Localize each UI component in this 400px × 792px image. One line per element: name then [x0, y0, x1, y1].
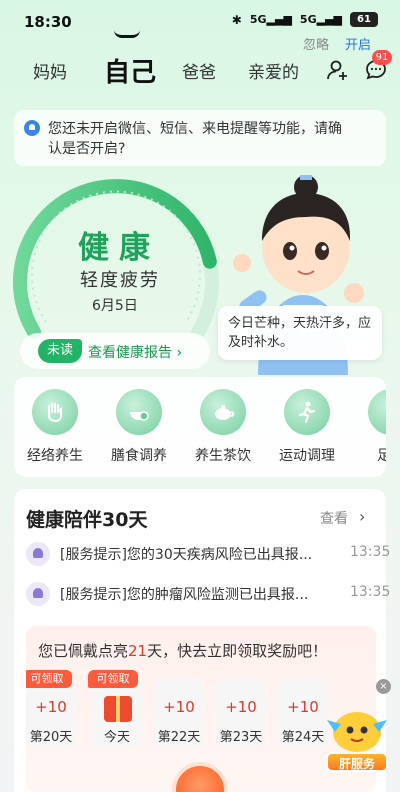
health-status: 轻度疲劳	[80, 270, 160, 291]
service-item-foot[interactable]: 足浴	[356, 389, 386, 465]
chevron-right-icon[interactable]: ›	[359, 507, 365, 526]
unread-badge: 未读	[38, 339, 82, 363]
tip-text: 今日芒种，天热汗多，应及时补水。	[228, 316, 372, 350]
health-main-label: 健康	[78, 230, 160, 266]
service-item-meridian[interactable]: 经络养生	[20, 389, 90, 465]
battery-icon: 61	[350, 12, 378, 27]
message-badge: 91	[372, 50, 392, 65]
service-label: 运动调理	[279, 448, 335, 464]
health-report-button[interactable]: 未读 查看健康报告 ›	[20, 333, 210, 369]
running-icon	[284, 389, 330, 435]
status-bar: 18:30 ✱ 5G▂▄▆ 5G▂▄▆ 61	[0, 0, 400, 44]
signal-icon-2: 5G▂▄▆	[299, 13, 342, 26]
tab-mom[interactable]: 妈妈	[33, 58, 67, 83]
liver-service-label[interactable]: 肝服务	[326, 752, 388, 772]
reward-day-label: 第24天	[281, 730, 325, 745]
message-time: 13:35	[350, 544, 391, 560]
notification-bell-icon	[26, 582, 50, 606]
message-text: [服务提示]您的30天疾病风险已出具报...	[60, 547, 313, 563]
service-label: 足浴	[377, 448, 386, 464]
status-icons: ✱ 5G▂▄▆ 5G▂▄▆ 61	[232, 12, 378, 27]
notification-bell-icon	[26, 542, 50, 566]
add-user-icon[interactable]	[326, 58, 350, 82]
service-label: 膳食调养	[111, 448, 167, 464]
tab-active-indicator	[114, 30, 140, 38]
reward-day-label: 今天	[103, 730, 130, 745]
tab-love[interactable]: 亲爱的	[248, 58, 299, 83]
tip-bubble: 今日芒种，天热汗多，应及时补水。	[218, 306, 382, 360]
health-date: 6月5日	[92, 298, 138, 314]
service-item-exercise[interactable]: 运动调理	[272, 389, 342, 465]
hand-icon	[32, 389, 78, 435]
reward-day-label: 第23天	[219, 730, 263, 745]
close-icon[interactable]: ×	[376, 679, 391, 694]
enable-button[interactable]: 开启	[345, 34, 371, 53]
tab-dad[interactable]: 爸爸	[182, 58, 216, 83]
food-bowl-icon	[116, 389, 162, 435]
view-more-link[interactable]: 查看	[320, 508, 348, 528]
ignore-button[interactable]: 忽略	[303, 34, 329, 53]
health-report-link[interactable]: 查看健康报告 ›	[88, 342, 182, 362]
service-item-diet[interactable]: 膳食调养	[104, 389, 174, 465]
service-item-tea[interactable]: 养生茶饮	[188, 389, 258, 465]
service-list: 经络养生 膳食调养 养生茶饮 运动调理 足浴	[14, 377, 386, 477]
reward-day-label: 第20天	[29, 730, 73, 745]
message-text: [服务提示]您的肿瘤风险监测已出具报...	[60, 587, 309, 603]
reward-text: 您已佩戴点亮21天，快去立即领取奖励吧！	[38, 642, 328, 660]
reward-points: +10	[35, 698, 67, 716]
foot-icon	[368, 389, 386, 435]
signal-icon-1: 5G▂▄▆	[249, 13, 292, 26]
message-time: 13:35	[350, 584, 391, 600]
service-label: 养生茶饮	[195, 448, 251, 464]
message-row[interactable]: [服务提示]您的肿瘤风险监测已出具报... 13:35	[12, 582, 390, 606]
notification-banner: 您还未开启微信、短信、来电提醒等功能，请确认是否开启?	[14, 110, 386, 166]
service-label: 经络养生	[27, 448, 83, 464]
bell-icon	[24, 120, 40, 136]
reward-points: +10	[287, 698, 319, 716]
claimable-badge: 可领取	[26, 670, 72, 688]
bluetooth-icon: ✱	[231, 12, 242, 27]
notice-text: 您还未开启微信、短信、来电提醒等功能，请确认是否开启?	[48, 121, 342, 157]
message-row[interactable]: [服务提示]您的30天疾病风险已出具报... 13:35	[12, 542, 390, 566]
teapot-icon	[200, 389, 246, 435]
companion-title: 健康陪伴30天	[26, 509, 148, 531]
reward-points: +10	[163, 698, 195, 716]
reward-points: +10	[225, 698, 257, 716]
gift-icon	[104, 696, 132, 722]
tab-self[interactable]: 自己	[104, 52, 156, 89]
reward-day-label: 第22天	[157, 730, 201, 745]
reward-days: 21	[128, 642, 148, 660]
status-time: 18:30	[24, 13, 72, 31]
claimable-badge: 可领取	[88, 670, 138, 688]
